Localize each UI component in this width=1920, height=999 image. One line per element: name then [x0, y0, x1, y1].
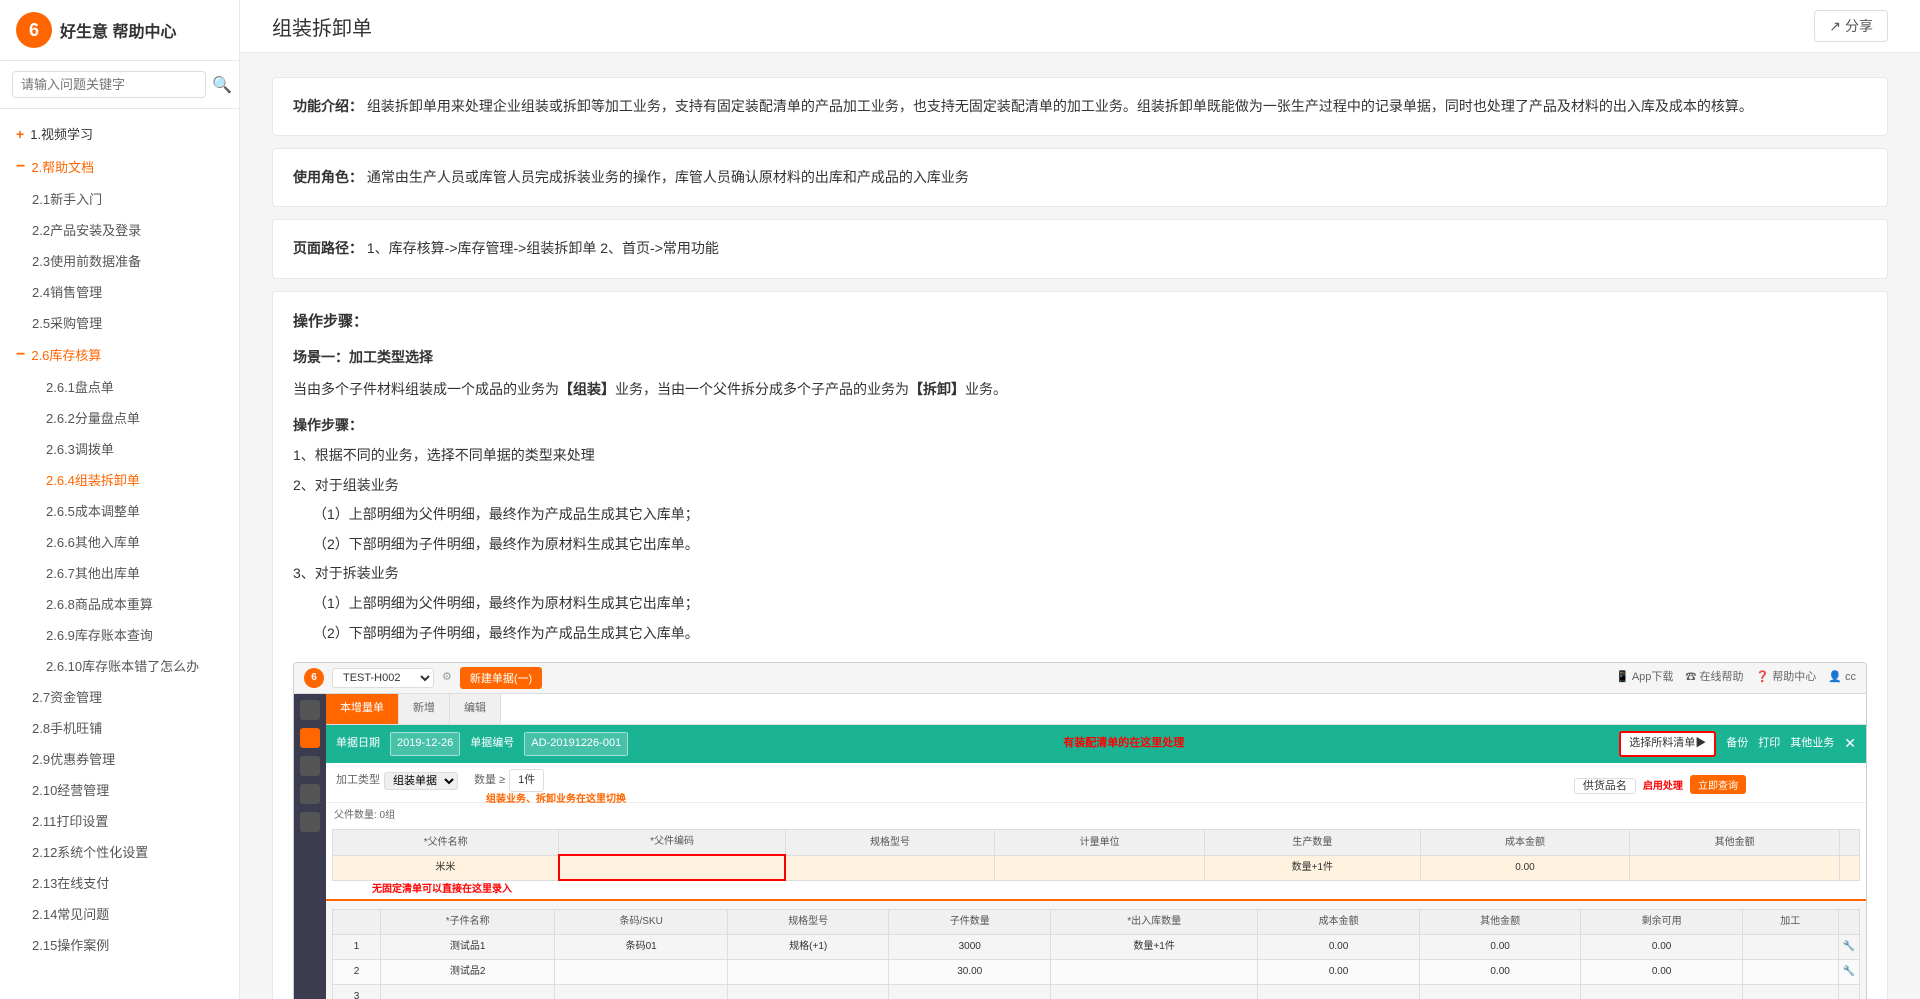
sidebar-item-otheroutstock[interactable]: 2.6.7其他出库单	[0, 557, 239, 588]
sidebar-item-sales[interactable]: 2.4销售管理	[0, 276, 239, 307]
app-main-area: 本增量单 新增 编辑 单据日期 2019-12-26 单据编号 AD-20191…	[326, 694, 1866, 999]
path-body: 1、库存核算->库存管理->组装拆卸单 2、首页->常用功能	[367, 240, 719, 256]
path-label: 页面路径：	[293, 240, 363, 256]
app-green-header: 单据日期 2019-12-26 单据编号 AD-20191226-001 有装配…	[326, 725, 1866, 763]
sidebar-item-otherinstock[interactable]: 2.6.6其他入库单	[0, 526, 239, 557]
sidebar-item-costadjust[interactable]: 2.6.5成本调整单	[0, 495, 239, 526]
sidebar-item-personalize[interactable]: 2.12系统个性化设置	[0, 836, 239, 867]
sidebar-item-video[interactable]: + 1.视频学习	[0, 117, 239, 150]
sidebar-item-costrecalc[interactable]: 2.6.8商品成本重算	[0, 588, 239, 619]
role-text: 使用角色： 通常由生产人员或库管人员完成拆装业务的操作，库管人员确认原材料的出库…	[293, 165, 1867, 190]
content-area: 功能介绍： 组装拆卸单用来处理企业组装或拆卸等加工业务，支持有固定装配清单的产品…	[240, 53, 1920, 999]
annotation-nofixed: 无固定清单可以直接在这里录入	[332, 881, 1860, 895]
app-body: 本增量单 新增 编辑 单据日期 2019-12-26 单据编号 AD-20191…	[294, 694, 1866, 999]
sidebar-label-26: 2.6库存核算	[31, 345, 101, 364]
intro-body: 组装拆卸单用来处理企业组装或拆卸等加工业务，支持有固定装配清单的产品加工业务，也…	[367, 98, 1753, 114]
nav-section-2: − 2.帮助文档 2.1新手入门 2.2产品安装及登录 2.3使用前数据准备 2…	[0, 150, 239, 960]
sidebar-item-newbie[interactable]: 2.1新手入门	[0, 183, 239, 214]
topbar: 组装拆卸单 ↗ 分享	[240, 0, 1920, 53]
expand-icon-1: +	[16, 126, 24, 142]
app-process-type[interactable]: 组装单据	[384, 772, 458, 790]
path-text: 页面路径： 1、库存核算->库存管理->组装拆卸单 2、首页->常用功能	[293, 236, 1867, 261]
sidebar-label-2: 2.帮助文档	[31, 157, 94, 176]
app-form-area: 加工类型 组装单据 数量 ≥ 1件	[326, 763, 1866, 804]
scene1-desc: 当由多个子件材料组装成一个成品的业务为【组装】业务，当由一个父件拆分成多个子产品…	[293, 376, 1867, 403]
screenshot-container: 6 TEST-H002 ⚙ 新建单据(一) 📱 App下载 ☎ 在线帮助 ❓ 帮…	[293, 662, 1867, 999]
sidebar-label-1: 1.视频学习	[30, 124, 93, 143]
ops-steps: 操作步骤： 1、根据不同的业务，选择不同单据的类型来处理 2、对于组装业务 （1…	[293, 412, 1867, 646]
nav-tree: + 1.视频学习 − 2.帮助文档 2.1新手入门 2.2产品安装及登录 2.3…	[0, 109, 239, 999]
parent-table-area: 父件数量: 0组 *父件名称 *父件编码 规格型号 计量单位 生产	[326, 803, 1866, 899]
app-screenshot: 6 TEST-H002 ⚙ 新建单据(一) 📱 App下载 ☎ 在线帮助 ❓ 帮…	[294, 663, 1866, 999]
sidebar-item-partialcheck[interactable]: 2.6.2分量盘点单	[0, 402, 239, 433]
intro-label: 功能介绍：	[293, 98, 363, 114]
app-tab-add[interactable]: 本增量单	[326, 694, 399, 724]
sidebar-item-dataprepare[interactable]: 2.3使用前数据准备	[0, 245, 239, 276]
sidebar-item-ledgerquery[interactable]: 2.6.9库存账本查询	[0, 619, 239, 650]
sidebar: 6 好生意 帮助中心 🔍 + 1.视频学习 − 2.帮助文档 2.1新手入门 2…	[0, 0, 240, 999]
app-tabs: 本增量单 新增 编辑	[326, 694, 1866, 725]
app-topbar: 6 TEST-H002 ⚙ 新建单据(一) 📱 App下载 ☎ 在线帮助 ❓ 帮…	[294, 663, 1866, 694]
annotation-enable: 供货品名 启用处理 立即查询	[1574, 775, 1746, 797]
operations-section: 操作步骤： 场景一：加工类型选择 当由多个子件材料组装成一个成品的业务为【组装】…	[272, 291, 1888, 999]
nav-dot-2	[300, 728, 320, 748]
sidebar-item-cases[interactable]: 2.15操作案例	[0, 929, 239, 960]
sidebar-item-finance[interactable]: 2.7资金管理	[0, 681, 239, 712]
child-table-area: *子件名称 条码/SKU 规格型号 子件数量 *出入库数量 成本金额 其他金额 …	[326, 899, 1866, 999]
sidebar-item-inventory[interactable]: − 2.6库存核算	[0, 338, 239, 371]
sidebar-item-purchase[interactable]: 2.5采购管理	[0, 307, 239, 338]
app-tab-new[interactable]: 新增	[399, 694, 450, 724]
sidebar-item-stockcheck[interactable]: 2.6.1盘点单	[0, 371, 239, 402]
search-bar: 🔍	[0, 61, 239, 109]
main-content: 组装拆卸单 ↗ 分享 功能介绍： 组装拆卸单用来处理企业组装或拆卸等加工业务，支…	[240, 0, 1920, 999]
sidebar-item-transfer[interactable]: 2.6.3调拨单	[0, 433, 239, 464]
intro-text: 功能介绍： 组装拆卸单用来处理企业组装或拆卸等加工业务，支持有固定装配清单的产品…	[293, 94, 1867, 119]
child-table: *子件名称 条码/SKU 规格型号 子件数量 *出入库数量 成本金额 其他金额 …	[332, 909, 1860, 999]
role-body: 通常由生产人员或库管人员完成拆装业务的操作，库管人员确认原材料的出库和产成品的入…	[367, 169, 969, 185]
search-input[interactable]	[12, 71, 206, 98]
sidebar-item-install[interactable]: 2.2产品安装及登录	[0, 214, 239, 245]
nav-section-1: + 1.视频学习	[0, 117, 239, 150]
role-section: 使用角色： 通常由生产人员或库管人员完成拆装业务的操作，库管人员确认原材料的出库…	[272, 148, 1888, 207]
sidebar-item-ledgerfix[interactable]: 2.6.10库存账本错了怎么办	[0, 650, 239, 681]
search-button[interactable]: 🔍	[212, 75, 232, 95]
sidebar-item-print[interactable]: 2.11打印设置	[0, 805, 239, 836]
nav-dot-5	[300, 812, 320, 832]
collapse-icon-2: −	[16, 158, 25, 176]
app-new-btn[interactable]: 新建单据(一)	[460, 667, 542, 689]
page-title: 组装拆卸单	[272, 12, 372, 41]
nav-dot-3	[300, 756, 320, 776]
annotation-switch: 组装业务、拆卸业务在这里切换	[486, 791, 626, 809]
app-icons-right: 📱 App下载 ☎ 在线帮助 ❓ 帮助中心 👤 cc	[1616, 668, 1856, 688]
nav-dot-4	[300, 784, 320, 804]
sidebar-item-faq[interactable]: 2.14常见问题	[0, 898, 239, 929]
app-org-select[interactable]: TEST-H002	[332, 668, 434, 688]
role-label: 使用角色：	[293, 169, 363, 185]
nav-dot-1	[300, 700, 320, 720]
site-title: 好生意 帮助中心	[60, 18, 176, 42]
sidebar-item-payment[interactable]: 2.13在线支付	[0, 867, 239, 898]
parent-table: *父件名称 *父件编码 规格型号 计量单位 生产数量 成本金额 其他金额	[332, 829, 1860, 881]
path-section: 页面路径： 1、库存核算->库存管理->组装拆卸单 2、首页->常用功能	[272, 219, 1888, 278]
app-tab-edit[interactable]: 编辑	[450, 694, 501, 724]
sidebar-item-operation[interactable]: 2.10经营管理	[0, 774, 239, 805]
share-icon: ↗	[1829, 18, 1841, 35]
share-button[interactable]: ↗ 分享	[1814, 10, 1888, 42]
scene1-title: 场景一：加工类型选择	[293, 345, 1867, 370]
sidebar-item-coupon[interactable]: 2.9优惠券管理	[0, 743, 239, 774]
app-logo: 6	[304, 668, 324, 688]
intro-section: 功能介绍： 组装拆卸单用来处理企业组装或拆卸等加工业务，支持有固定装配清单的产品…	[272, 77, 1888, 136]
sidebar-item-helpdoc[interactable]: − 2.帮助文档	[0, 150, 239, 183]
collapse-icon-26: −	[16, 346, 25, 364]
sidebar-item-mobile[interactable]: 2.8手机旺铺	[0, 712, 239, 743]
logo-icon: 6	[16, 12, 52, 48]
share-label: 分享	[1845, 16, 1873, 36]
sidebar-item-assembly[interactable]: 2.6.4组装拆卸单	[0, 464, 239, 495]
ops-title: 操作步骤：	[293, 308, 1867, 335]
app-sidenav	[294, 694, 326, 999]
sidebar-header: 6 好生意 帮助中心	[0, 0, 239, 61]
